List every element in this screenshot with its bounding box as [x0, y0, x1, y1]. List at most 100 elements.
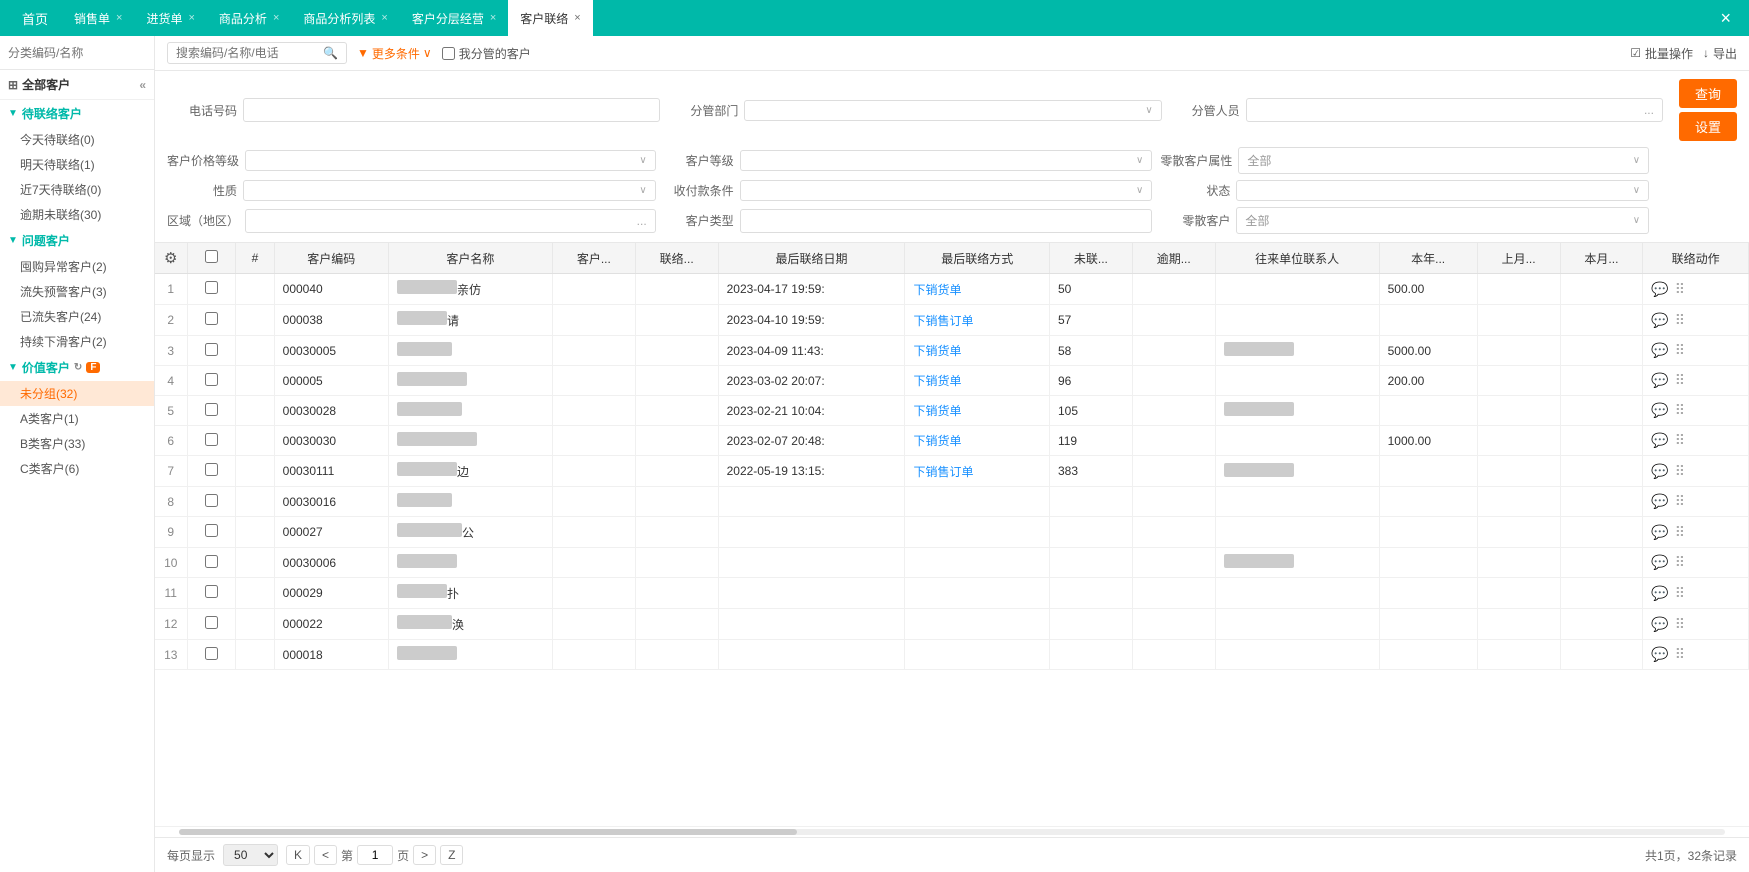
export-button[interactable]: ↓ 导出: [1703, 45, 1737, 62]
nav-tab-5[interactable]: 客户联络 ×: [508, 0, 592, 36]
sidebar-item-lost[interactable]: 已流失客户(24): [0, 304, 154, 329]
nav-tab-3[interactable]: 商品分析列表 ×: [291, 0, 399, 36]
more-icon[interactable]: ⠿: [1675, 646, 1685, 663]
close-tab-3[interactable]: ×: [381, 12, 387, 24]
my-customers-checkbox[interactable]: 我分管的客户: [442, 45, 531, 62]
row-select-checkbox[interactable]: [205, 555, 218, 568]
nav-tab-4[interactable]: 客户分层经营 ×: [400, 0, 508, 36]
message-icon[interactable]: 💬: [1651, 524, 1668, 541]
window-close-button[interactable]: ×: [1710, 8, 1741, 29]
price-grade-select[interactable]: ∨: [245, 150, 656, 171]
sidebar-group-value[interactable]: ▼ 价值客户 ↻ F: [0, 354, 154, 381]
last-contact-method[interactable]: [905, 640, 1050, 670]
last-contact-method[interactable]: [905, 609, 1050, 640]
row-select-checkbox[interactable]: [205, 373, 218, 386]
message-icon[interactable]: 💬: [1651, 432, 1668, 449]
scatter-cust-select[interactable]: 全部 ∨: [1236, 207, 1649, 234]
close-tab-0[interactable]: ×: [116, 12, 122, 24]
sidebar-group-pending[interactable]: ▼ 待联络客户: [0, 100, 154, 127]
nav-tab-0[interactable]: 销售单 ×: [62, 0, 134, 36]
sidebar-item-a-class[interactable]: A类客户(1): [0, 406, 154, 431]
sidebar-item-c-class[interactable]: C类客户(6): [0, 456, 154, 481]
sidebar-search-input[interactable]: [8, 46, 155, 60]
last-method-link[interactable]: 下销售订单: [913, 314, 973, 328]
cust-grade-select[interactable]: ∨: [740, 150, 1153, 171]
more-icon[interactable]: ⠿: [1675, 402, 1685, 419]
scatter-attr-select[interactable]: 全部 ∨: [1238, 147, 1649, 174]
nav-home[interactable]: 首页: [8, 0, 62, 36]
message-icon[interactable]: 💬: [1651, 372, 1668, 389]
message-icon[interactable]: 💬: [1651, 585, 1668, 602]
close-tab-1[interactable]: ×: [188, 12, 194, 24]
row-select-checkbox[interactable]: [205, 312, 218, 325]
search-input[interactable]: [176, 46, 323, 60]
more-icon[interactable]: ⠿: [1675, 616, 1685, 633]
sidebar-item-today[interactable]: 今天待联络(0): [0, 127, 154, 152]
more-icon[interactable]: ⠿: [1675, 524, 1685, 541]
message-icon[interactable]: 💬: [1651, 646, 1668, 663]
close-tab-2[interactable]: ×: [273, 12, 279, 24]
more-icon[interactable]: ⠿: [1675, 372, 1685, 389]
last-method-link[interactable]: 下销货单: [913, 344, 961, 358]
dept-select[interactable]: ∨: [744, 100, 1161, 121]
message-icon[interactable]: 💬: [1651, 342, 1668, 359]
sidebar-item-overdue[interactable]: 逾期未联络(30): [0, 202, 154, 227]
message-icon[interactable]: 💬: [1651, 312, 1668, 329]
last-method-link[interactable]: 下销货单: [913, 374, 961, 388]
nature-select[interactable]: ∨: [243, 180, 656, 201]
last-contact-method[interactable]: 下销货单: [905, 396, 1050, 426]
row-select-checkbox[interactable]: [205, 343, 218, 356]
first-page-button[interactable]: K: [286, 845, 310, 865]
row-select-checkbox[interactable]: [205, 463, 218, 476]
per-page-select[interactable]: 50 100 200: [223, 844, 278, 866]
more-icon[interactable]: ⠿: [1675, 342, 1685, 359]
last-method-link[interactable]: 下销货单: [913, 283, 961, 297]
last-page-button[interactable]: Z: [440, 845, 463, 865]
more-icon[interactable]: ⠿: [1675, 312, 1685, 329]
manager-ellipsis[interactable]: ...: [1246, 98, 1663, 122]
sidebar-item-7days[interactable]: 近7天待联络(0): [0, 177, 154, 202]
cust-type-input[interactable]: [740, 209, 1153, 233]
last-contact-method[interactable]: 下销货单: [905, 426, 1050, 456]
scroll-thumb[interactable]: [179, 829, 797, 835]
row-select-checkbox[interactable]: [205, 647, 218, 660]
row-select-checkbox[interactable]: [205, 616, 218, 629]
row-select-checkbox[interactable]: [205, 524, 218, 537]
last-contact-method[interactable]: [905, 548, 1050, 578]
message-icon[interactable]: 💬: [1651, 281, 1668, 298]
col-checkbox[interactable]: [187, 243, 236, 274]
gear-button[interactable]: ⚙: [164, 249, 177, 267]
sidebar-item-declining[interactable]: 持续下滑客户(2): [0, 329, 154, 354]
last-method-link[interactable]: 下销货单: [913, 404, 961, 418]
message-icon[interactable]: 💬: [1651, 402, 1668, 419]
close-tab-4[interactable]: ×: [490, 12, 496, 24]
status-select[interactable]: ∨: [1236, 180, 1649, 201]
last-contact-method[interactable]: [905, 517, 1050, 548]
last-contact-method[interactable]: 下销售订单: [905, 456, 1050, 487]
last-contact-method[interactable]: 下销售订单: [905, 305, 1050, 336]
query-button[interactable]: 查询: [1679, 79, 1737, 108]
last-contact-method[interactable]: [905, 487, 1050, 517]
message-icon[interactable]: 💬: [1651, 463, 1668, 480]
phone-input[interactable]: [243, 98, 660, 122]
my-customers-check[interactable]: [442, 47, 455, 60]
sidebar-item-abnormal[interactable]: 囤购异常客户(2): [0, 254, 154, 279]
search-icon[interactable]: 🔍: [323, 46, 338, 60]
last-contact-method[interactable]: [905, 578, 1050, 609]
select-all-checkbox[interactable]: [205, 250, 218, 263]
nav-tab-2[interactable]: 商品分析 ×: [207, 0, 291, 36]
row-select-checkbox[interactable]: [205, 433, 218, 446]
more-icon[interactable]: ⠿: [1675, 463, 1685, 480]
more-icon[interactable]: ⠿: [1675, 585, 1685, 602]
more-icon[interactable]: ⠿: [1675, 554, 1685, 571]
last-contact-method[interactable]: 下销货单: [905, 366, 1050, 396]
last-contact-method[interactable]: 下销货单: [905, 336, 1050, 366]
row-select-checkbox[interactable]: [205, 585, 218, 598]
sidebar-item-b-class[interactable]: B类客户(33): [0, 431, 154, 456]
next-page-button[interactable]: >: [413, 845, 436, 865]
last-contact-method[interactable]: 下销货单: [905, 274, 1050, 305]
more-icon[interactable]: ⠿: [1675, 432, 1685, 449]
region-ellipsis[interactable]: ...: [245, 209, 656, 233]
horizontal-scrollbar[interactable]: [179, 829, 1725, 835]
page-number-input[interactable]: [357, 845, 393, 865]
